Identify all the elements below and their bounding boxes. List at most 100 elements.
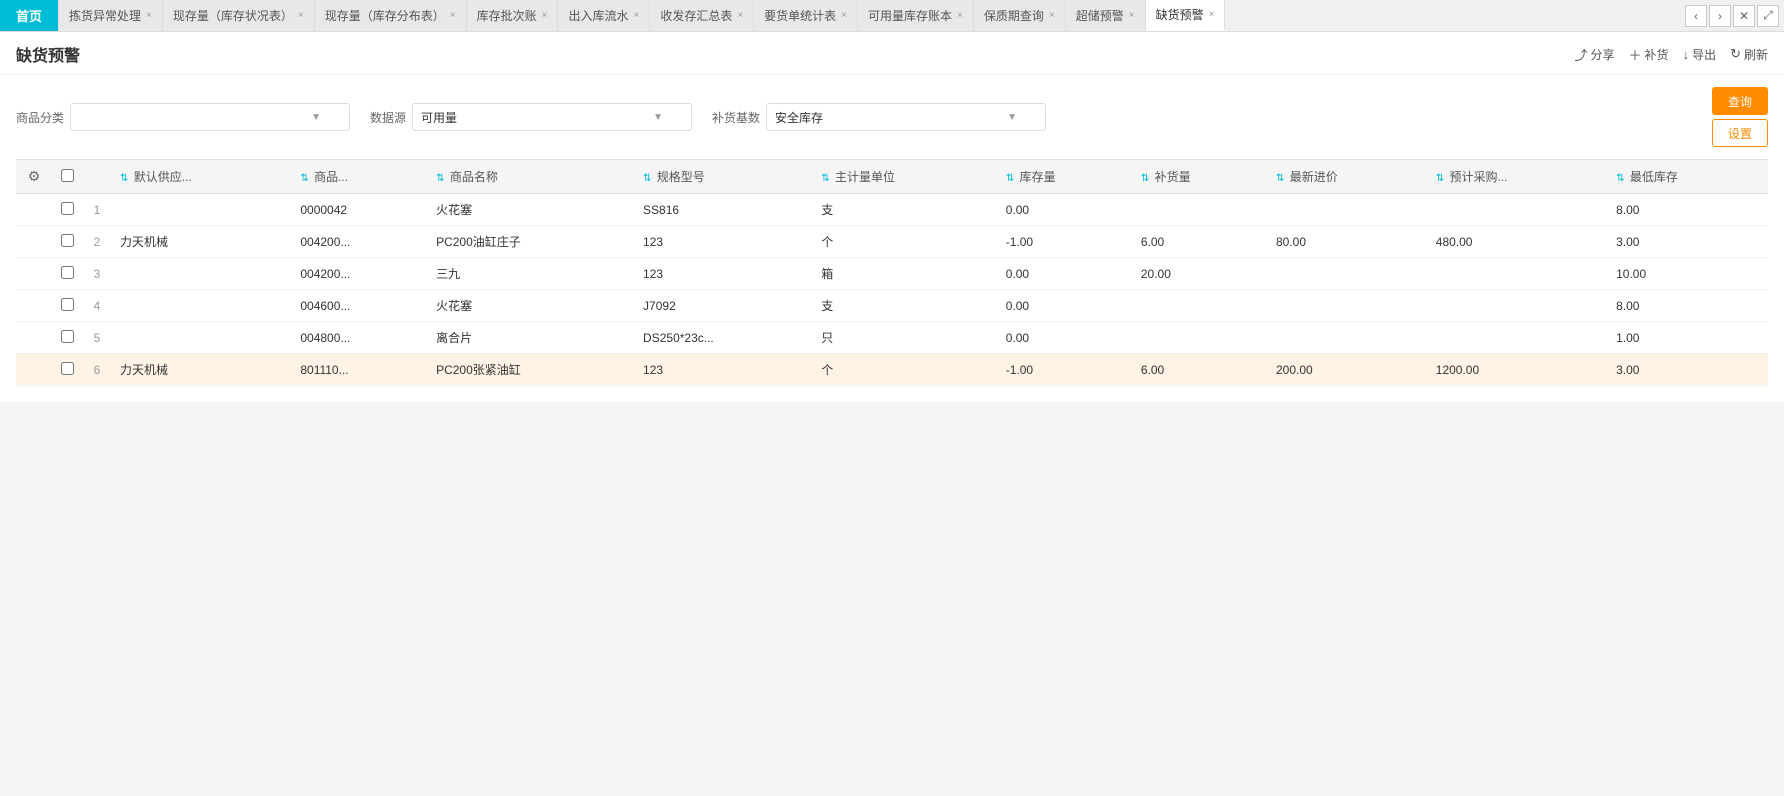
refresh-button[interactable]: ↻ 刷新 [1730, 46, 1768, 63]
tab-4[interactable]: 库存批次账 × [467, 0, 559, 31]
th-min-stock[interactable]: ⇅ 最低库存 [1608, 160, 1768, 194]
replenish-select[interactable]: 安全库存 ▼ [766, 103, 1046, 131]
gear-icon[interactable]: ⚙ [28, 168, 41, 184]
th-spec[interactable]: ⇅ 规格型号 [635, 160, 813, 194]
th-product-name[interactable]: ⇅ 商品名称 [428, 160, 635, 194]
row-product-name: 离合片 [428, 322, 635, 354]
row-product-code: 801110... [292, 354, 428, 386]
replenish-button[interactable]: ＋ 补货 [1629, 45, 1669, 64]
tab-6-label: 收发存汇总表 [660, 7, 732, 24]
tab-1-close[interactable]: × [146, 10, 152, 21]
datasource-select-value: 可用量 [421, 109, 457, 126]
tab-home-label: 首页 [16, 6, 42, 25]
row-product-code: 0000042 [292, 194, 428, 226]
tab-2-label: 现存量（库存状况表） [173, 7, 293, 24]
th-checkbox[interactable] [52, 160, 82, 194]
row-min-stock: 1.00 [1608, 322, 1768, 354]
tab-10-close[interactable]: × [1129, 10, 1135, 21]
refresh-icon: ↻ [1730, 46, 1741, 62]
row-product-code: 004600... [292, 290, 428, 322]
row-index: 6 [82, 354, 112, 386]
tab-6-close[interactable]: × [737, 10, 743, 21]
tab-10-label: 超储预警 [1076, 7, 1124, 24]
tab-5-close[interactable]: × [633, 10, 639, 21]
row-product-code: 004800... [292, 322, 428, 354]
row-checkbox-cell[interactable] [52, 322, 82, 354]
tab-8-close[interactable]: × [957, 10, 963, 21]
export-button[interactable]: ↓ 导出 [1683, 46, 1717, 63]
tab-expand-button[interactable]: ⤢ [1757, 5, 1779, 27]
tab-3-close[interactable]: × [450, 10, 456, 21]
tab-9[interactable]: 保质期查询 × [974, 0, 1066, 31]
th-spec-label: 规格型号 [657, 170, 705, 184]
sort-min-stock-icon: ⇅ [1616, 173, 1624, 184]
share-button[interactable]: ⤴ 分享 [1575, 45, 1615, 64]
row-replenish-qty: 20.00 [1133, 258, 1268, 290]
th-estimated-purchase[interactable]: ⇅ 预计采购... [1428, 160, 1608, 194]
row-checkbox-cell[interactable] [52, 290, 82, 322]
row-product-name: 三九 [428, 258, 635, 290]
tab-9-close[interactable]: × [1049, 10, 1055, 21]
th-latest-price[interactable]: ⇅ 最新进价 [1268, 160, 1428, 194]
share-label: 分享 [1591, 46, 1615, 63]
tab-6[interactable]: 收发存汇总表 × [650, 0, 754, 31]
row-checkbox-4[interactable] [61, 330, 74, 343]
tab-2[interactable]: 现存量（库存状况表） × [163, 0, 315, 31]
category-select[interactable]: ▼ [70, 103, 350, 131]
select-all-checkbox[interactable] [61, 169, 74, 182]
th-stock[interactable]: ⇅ 库存量 [998, 160, 1133, 194]
tab-10[interactable]: 超储预警 × [1066, 0, 1146, 31]
th-unit[interactable]: ⇅ 主计量单位 [813, 160, 997, 194]
row-checkbox-cell[interactable] [52, 194, 82, 226]
tab-5[interactable]: 出入库流水 × [558, 0, 650, 31]
th-replenish-qty[interactable]: ⇅ 补货量 [1133, 160, 1268, 194]
tab-1-label: 拣货异常处理 [69, 7, 141, 24]
row-checkbox-cell[interactable] [52, 258, 82, 290]
query-button[interactable]: 查询 [1712, 87, 1768, 115]
row-checkbox-3[interactable] [61, 298, 74, 311]
tab-7[interactable]: 要货单统计表 × [754, 0, 858, 31]
row-estimated-purchase: 1200.00 [1428, 354, 1608, 386]
tab-prev-button[interactable]: ‹ [1685, 5, 1707, 27]
sort-estimated-icon: ⇅ [1436, 173, 1444, 184]
tab-4-close[interactable]: × [542, 10, 548, 21]
tab-home[interactable]: 首页 [0, 0, 59, 31]
row-stock: 0.00 [998, 290, 1133, 322]
tab-3[interactable]: 现存量（库存分布表） × [315, 0, 467, 31]
tab-5-label: 出入库流水 [568, 7, 628, 24]
row-unit: 只 [813, 322, 997, 354]
export-icon: ↓ [1683, 47, 1690, 62]
tab-close-all-button[interactable]: ✕ [1733, 5, 1755, 27]
tab-1[interactable]: 拣货异常处理 × [59, 0, 163, 31]
tab-3-label: 现存量（库存分布表） [325, 7, 445, 24]
row-stock: -1.00 [998, 226, 1133, 258]
row-checkbox-cell[interactable] [52, 226, 82, 258]
tab-next-button[interactable]: › [1709, 5, 1731, 27]
datasource-dropdown-icon: ▼ [653, 112, 663, 123]
row-supplier: 力天机械 [112, 226, 292, 258]
th-supplier[interactable]: ⇅ 默认供应... [112, 160, 292, 194]
row-gear-cell [16, 354, 52, 386]
th-gear[interactable]: ⚙ [16, 160, 52, 194]
row-checkbox-cell[interactable] [52, 354, 82, 386]
row-checkbox-5[interactable] [61, 362, 74, 375]
th-product-code[interactable]: ⇅ 商品... [292, 160, 428, 194]
tab-11[interactable]: 缺货预警 × [1146, 0, 1226, 31]
row-latest-price [1268, 194, 1428, 226]
tab-11-close[interactable]: × [1209, 9, 1215, 20]
row-replenish-qty [1133, 322, 1268, 354]
row-checkbox-2[interactable] [61, 266, 74, 279]
header-actions: ⤴ 分享 ＋ 补货 ↓ 导出 ↻ 刷新 [1575, 45, 1769, 64]
replenish-icon: ＋ [1629, 45, 1642, 64]
row-checkbox-0[interactable] [61, 202, 74, 215]
row-spec: 123 [635, 258, 813, 290]
tab-8[interactable]: 可用量库存账本 × [858, 0, 974, 31]
settings-button[interactable]: 设置 [1712, 119, 1768, 147]
datasource-select[interactable]: 可用量 ▼ [412, 103, 692, 131]
row-checkbox-1[interactable] [61, 234, 74, 247]
row-gear-cell [16, 226, 52, 258]
replenish-dropdown-icon: ▼ [1007, 112, 1017, 123]
tab-7-close[interactable]: × [841, 10, 847, 21]
tab-2-close[interactable]: × [298, 10, 304, 21]
th-estimated-label: 预计采购... [1450, 170, 1508, 184]
